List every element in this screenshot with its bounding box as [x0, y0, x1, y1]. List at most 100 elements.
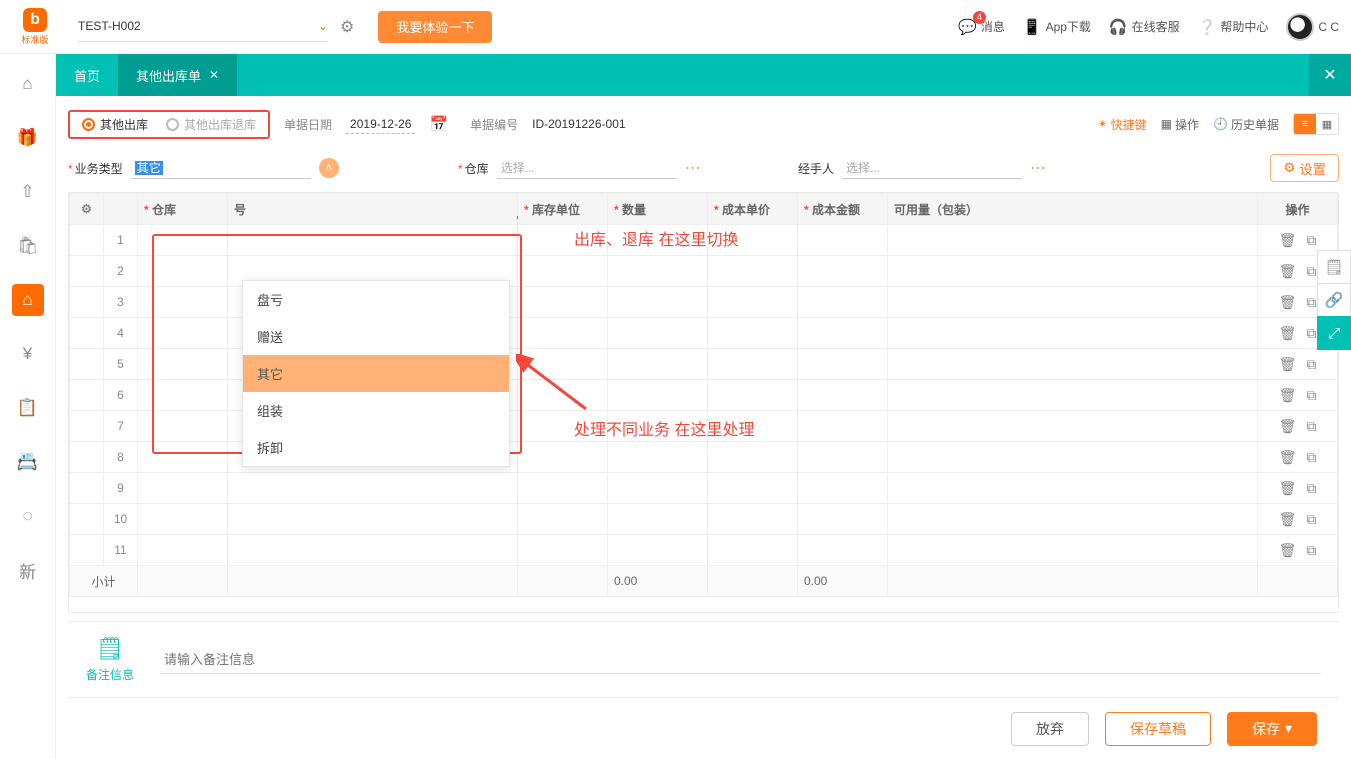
dropdown-option[interactable]: 赠送 [243, 318, 509, 355]
dropdown-option[interactable]: 盘亏 [243, 281, 509, 318]
tool-shortcut[interactable]: ✴快捷键 [1098, 116, 1147, 133]
delete-row-icon[interactable]: 🗑 [1279, 511, 1297, 528]
th-qty: 数量 [608, 194, 708, 225]
view-list-icon[interactable]: ≡ [1294, 114, 1316, 134]
copy-row-icon[interactable]: ⧉ [1306, 325, 1316, 342]
org-selector[interactable]: TEST-H002 ⌄ [78, 12, 328, 42]
nav-warehouse-icon[interactable]: ⌂ [12, 284, 44, 316]
nav-purchase-icon[interactable]: ⇧ [12, 176, 44, 208]
gear-icon: ⚙ [1283, 160, 1295, 176]
messages-link[interactable]: 💬4 消息 [958, 18, 1005, 36]
copy-row-icon[interactable]: ⧉ [1306, 480, 1316, 497]
chevron-up-icon[interactable]: ˄ [319, 158, 339, 178]
out-type-radio-group: 其他出库 其他出库退库 [68, 110, 270, 139]
nav-report-icon[interactable]: 📋 [12, 392, 44, 424]
copy-row-icon[interactable]: ⧉ [1306, 511, 1316, 528]
radio-other-return[interactable]: 其他出库退库 [166, 116, 256, 133]
calendar-icon[interactable]: 📅 [429, 115, 448, 133]
float-link-icon[interactable]: 🔗 [1317, 283, 1351, 317]
doc-date-value[interactable]: 2019-12-26 [346, 115, 415, 134]
settings-button[interactable]: ⚙设置 [1270, 154, 1339, 182]
help-icon: ❔ [1198, 18, 1217, 36]
doc-form-row: *业务类型 其它 ˄ *仓库 选择... ⋯ 经手人 选择... ⋯ ⚙设置 [68, 152, 1339, 190]
doc-no-label: 单据编号 [470, 116, 518, 133]
copy-row-icon[interactable]: ⧉ [1306, 232, 1316, 249]
user-menu[interactable]: C C [1286, 13, 1339, 41]
delete-row-icon[interactable]: 🗑 [1279, 325, 1297, 342]
delete-row-icon[interactable]: 🗑 [1279, 263, 1297, 280]
field-warehouse[interactable]: *仓库 选择... ⋯ [458, 157, 768, 179]
discard-button[interactable]: 放弃 [1011, 712, 1089, 746]
nav-flow-icon[interactable]: ◌ [12, 500, 44, 532]
nav-finance-icon[interactable]: ¥ [12, 338, 44, 370]
tab-other-outbound[interactable]: 其他出库单 ✕ [118, 54, 237, 96]
tab-home[interactable]: 首页 [56, 54, 118, 96]
experience-button[interactable]: 我要体验一下 [378, 11, 492, 43]
remark-section: 🗒 备注信息 [68, 621, 1339, 697]
float-note-icon[interactable]: 🗒 [1317, 250, 1351, 284]
subtotal-row: 小计 0.00 0.00 [70, 566, 1338, 597]
subtotal-qty: 0.00 [608, 566, 708, 597]
headset-icon: 🎧 [1109, 18, 1128, 36]
gear-icon[interactable]: ⚙ [340, 17, 354, 37]
copy-row-icon[interactable]: ⧉ [1306, 356, 1316, 373]
table-row[interactable]: 1🗑⧉ [70, 225, 1338, 256]
handler-input[interactable]: 选择... [842, 157, 1022, 179]
table-row[interactable]: 11🗑⧉ [70, 535, 1338, 566]
more-icon[interactable]: ⋯ [685, 158, 702, 178]
tool-operate[interactable]: ▦操作 [1161, 116, 1199, 133]
save-draft-button[interactable]: 保存草稿 [1105, 712, 1211, 746]
close-tab-icon[interactable]: ✕ [209, 68, 219, 82]
more-icon[interactable]: ⋯ [1030, 158, 1047, 178]
radio-dot-icon [166, 118, 179, 131]
app-download-link[interactable]: 📱 App下载 [1023, 18, 1091, 36]
delete-row-icon[interactable]: 🗑 [1279, 449, 1297, 466]
dropdown-option[interactable]: 拆卸 [243, 429, 509, 466]
dropdown-option[interactable]: 组装 [243, 392, 509, 429]
tool-history[interactable]: 🕘历史单据 [1213, 116, 1279, 133]
copy-row-icon[interactable]: ⧉ [1306, 449, 1316, 466]
table-row[interactable]: 10🗑⧉ [70, 504, 1338, 535]
field-handler[interactable]: 经手人 选择... ⋯ [798, 157, 1108, 179]
logo-badge: 标准版 [21, 33, 48, 46]
nav-sale-icon[interactable]: 🛍 [12, 230, 44, 262]
help-center-link[interactable]: ❔ 帮助中心 [1198, 18, 1269, 36]
copy-row-icon[interactable]: ⧉ [1306, 542, 1316, 559]
nav-contacts-icon[interactable]: 📇 [12, 446, 44, 478]
close-all-tabs-icon[interactable]: ✕ [1309, 54, 1351, 96]
float-expand-icon[interactable]: ⤢ [1317, 316, 1351, 350]
dropdown-option-selected[interactable]: 其它 [243, 355, 509, 392]
avatar [1286, 13, 1314, 41]
delete-row-icon[interactable]: 🗑 [1279, 356, 1297, 373]
radio-dot-icon [82, 118, 95, 131]
field-biz-type[interactable]: *业务类型 其它 ˄ [68, 157, 428, 179]
view-toggle: ≡ ▦ [1293, 113, 1339, 135]
copy-row-icon[interactable]: ⧉ [1306, 387, 1316, 404]
view-grid-icon[interactable]: ▦ [1316, 114, 1338, 134]
nav-home-icon[interactable]: ⌂ [12, 68, 44, 100]
warehouse-input[interactable]: 选择... [497, 157, 677, 179]
nav-new-icon[interactable]: 新 [12, 554, 44, 586]
footer-actions: 放弃 保存草稿 保存 ▾ [68, 697, 1339, 759]
delete-row-icon[interactable]: 🗑 [1279, 232, 1297, 249]
copy-row-icon[interactable]: ⧉ [1306, 418, 1316, 435]
save-button[interactable]: 保存 ▾ [1227, 712, 1317, 746]
delete-row-icon[interactable]: 🗑 [1279, 387, 1297, 404]
online-service-link[interactable]: 🎧 在线客服 [1109, 18, 1180, 36]
subtotal-amount: 0.00 [798, 566, 888, 597]
nav-gift-icon[interactable]: 🎁 [12, 122, 44, 154]
doc-header-row: 其他出库 其他出库退库 单据日期 2019-12-26 📅 单据编号 ID-20… [68, 106, 1339, 142]
radio-other-out[interactable]: 其他出库 [82, 116, 148, 133]
th-gear[interactable]: ⚙ [70, 194, 104, 225]
delete-row-icon[interactable]: 🗑 [1279, 542, 1297, 559]
delete-row-icon[interactable]: 🗑 [1279, 418, 1297, 435]
biz-type-input[interactable]: 其它 [131, 157, 311, 179]
delete-row-icon[interactable]: 🗑 [1279, 480, 1297, 497]
logo-icon: b [23, 8, 47, 32]
delete-row-icon[interactable]: 🗑 [1279, 294, 1297, 311]
copy-row-icon[interactable]: ⧉ [1306, 263, 1316, 280]
table-row[interactable]: 9🗑⧉ [70, 473, 1338, 504]
remark-input[interactable] [160, 646, 1321, 674]
doc-no-value: ID-20191226-001 [532, 117, 625, 131]
copy-row-icon[interactable]: ⧉ [1306, 294, 1316, 311]
